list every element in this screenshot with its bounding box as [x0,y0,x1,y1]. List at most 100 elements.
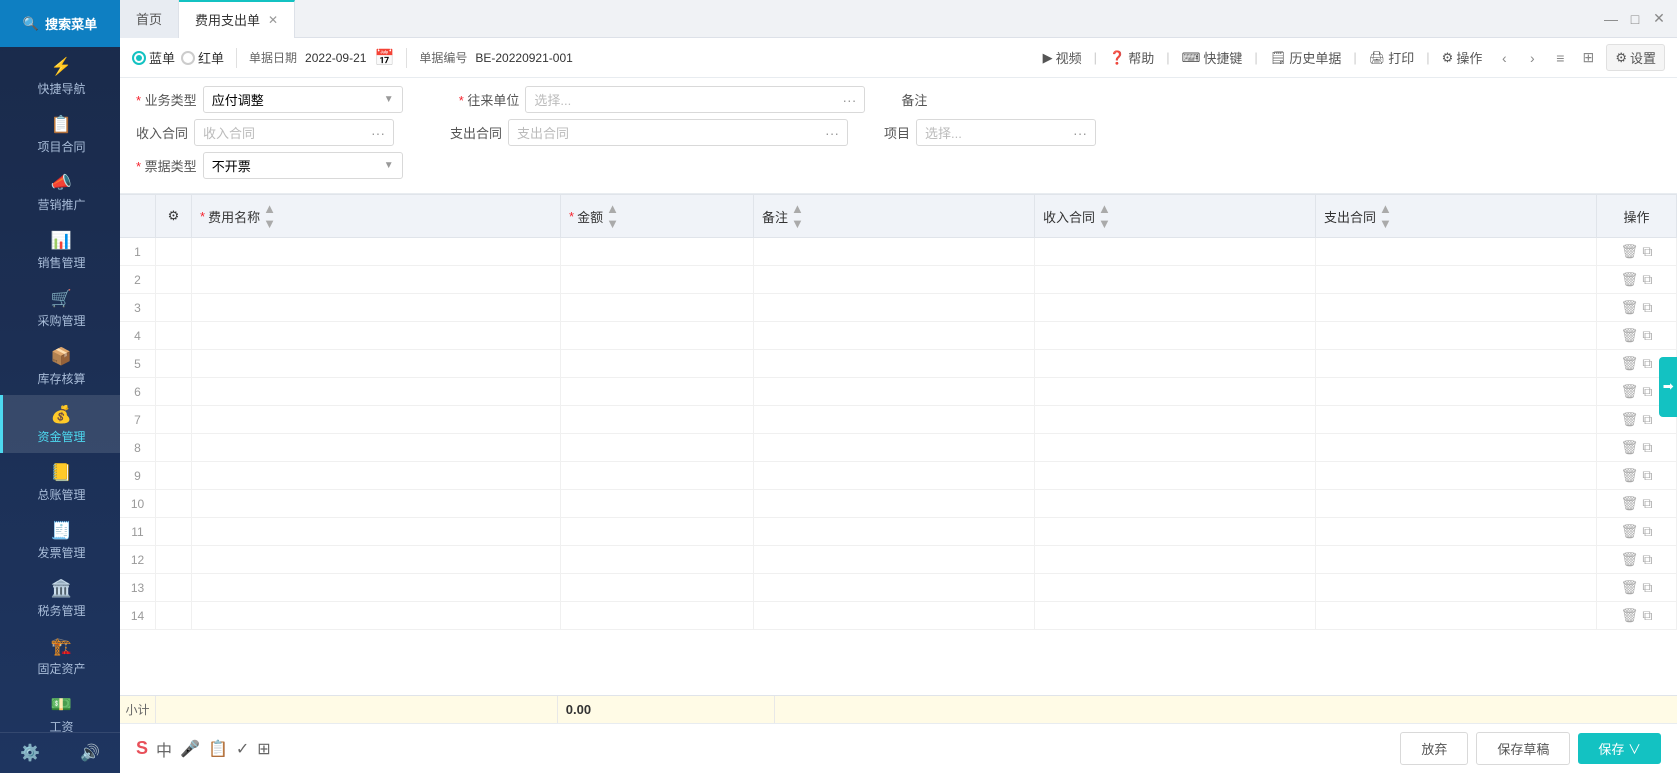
sidebar-item-sales-mgmt[interactable]: 📊销售管理 [0,221,120,279]
row-delete-11[interactable]: 🗑 [1621,523,1639,540]
shortcut-btn[interactable]: ⌨ 快捷键 [1178,46,1247,69]
view-list-btn[interactable]: ≡ [1550,48,1570,68]
table-row[interactable]: 11 🗑 ⧉ [120,518,1677,546]
row-copy-3[interactable]: ⧉ [1642,299,1652,316]
td-amount-4[interactable] [561,322,754,349]
td-amount-10[interactable] [561,490,754,517]
td-income-14[interactable] [1035,602,1316,629]
partner-select[interactable]: 选择... ··· [525,86,865,113]
side-accent-tab[interactable]: ⬆ [1659,357,1677,417]
td-note-8[interactable] [754,434,1035,461]
radio-blue[interactable]: 蓝单 [132,48,175,67]
row-copy-2[interactable]: ⧉ [1642,271,1652,288]
row-delete-7[interactable]: 🗑 [1621,411,1639,428]
volume-footer-icon[interactable]: 🔊 [80,743,100,763]
td-amount-12[interactable] [561,546,754,573]
td-note-4[interactable] [754,322,1035,349]
td-expense-4[interactable] [1316,322,1597,349]
calendar-icon[interactable]: 📅 [374,48,394,68]
radio-red[interactable]: 红单 [181,48,224,67]
clipboard-icon[interactable]: 📋 [208,739,228,759]
td-note-10[interactable] [754,490,1035,517]
row-delete-3[interactable]: 🗑 [1621,299,1639,316]
td-amount-5[interactable] [561,350,754,377]
row-delete-9[interactable]: 🗑 [1621,467,1639,484]
td-name-12[interactable] [192,546,561,573]
table-row[interactable]: 4 🗑 ⧉ [120,322,1677,350]
td-amount-9[interactable] [561,462,754,489]
td-note-5[interactable] [754,350,1035,377]
sidebar-item-fixed-assets[interactable]: 🏗️固定资产 [0,627,120,685]
th-note-sort[interactable]: ▲▼ [791,201,804,231]
td-income-9[interactable] [1035,462,1316,489]
video-btn[interactable]: ▶ 视频 [1039,46,1086,69]
th-name[interactable]: * 费用名称 ▲▼ [192,195,561,237]
th-settings[interactable]: ⚙ [156,195,192,237]
td-note-14[interactable] [754,602,1035,629]
th-expense-sort[interactable]: ▲▼ [1379,201,1392,231]
table-row[interactable]: 8 🗑 ⧉ [120,434,1677,462]
td-note-9[interactable] [754,462,1035,489]
th-name-sort[interactable]: ▲▼ [263,201,276,231]
td-expense-8[interactable] [1316,434,1597,461]
td-expense-13[interactable] [1316,574,1597,601]
row-delete-13[interactable]: 🗑 [1621,579,1639,596]
row-delete-2[interactable]: 🗑 [1621,271,1639,288]
operations-btn[interactable]: ⚙ 操作 [1438,46,1487,69]
td-expense-14[interactable] [1316,602,1597,629]
td-income-6[interactable] [1035,378,1316,405]
print-btn[interactable]: 🖨 打印 [1365,46,1419,69]
row-delete-5[interactable]: 🗑 [1621,355,1639,372]
row-delete-12[interactable]: 🗑 [1621,551,1639,568]
td-amount-6[interactable] [561,378,754,405]
td-note-7[interactable] [754,406,1035,433]
table-row[interactable]: 1 🗑 ⧉ [120,238,1677,266]
row-copy-7[interactable]: ⧉ [1642,411,1652,428]
table-row[interactable]: 10 🗑 ⧉ [120,490,1677,518]
table-row[interactable]: 14 🗑 ⧉ [120,602,1677,630]
row-copy-6[interactable]: ⧉ [1642,383,1652,400]
td-note-13[interactable] [754,574,1035,601]
view-grid-btn[interactable]: ⊞ [1578,48,1598,68]
td-income-1[interactable] [1035,238,1316,265]
business-type-select[interactable]: 应付调整 ▼ [203,86,403,113]
th-note[interactable]: 备注 ▲▼ [754,195,1035,237]
td-name-5[interactable] [192,350,561,377]
sidebar-item-payroll[interactable]: 💵工资 [0,685,120,732]
income-contract-select[interactable]: 收入合同 ··· [194,119,394,146]
sidebar-item-project-contract[interactable]: 📋项目合同 [0,105,120,163]
table-row[interactable]: 9 🗑 ⧉ [120,462,1677,490]
td-note-11[interactable] [754,518,1035,545]
td-note-6[interactable] [754,378,1035,405]
table-row[interactable]: 7 🗑 ⧉ [120,406,1677,434]
td-income-4[interactable] [1035,322,1316,349]
row-copy-14[interactable]: ⧉ [1642,607,1652,624]
td-name-1[interactable] [192,238,561,265]
td-expense-7[interactable] [1316,406,1597,433]
th-amount[interactable]: * 金额 ▲▼ [561,195,754,237]
td-note-3[interactable] [754,294,1035,321]
td-income-12[interactable] [1035,546,1316,573]
maximize-button[interactable]: □ [1625,9,1645,29]
minimize-button[interactable]: — [1601,9,1621,29]
row-copy-10[interactable]: ⧉ [1642,495,1652,512]
sidebar-item-tax-mgmt[interactable]: 🏛️税务管理 [0,569,120,627]
td-amount-8[interactable] [561,434,754,461]
td-amount-13[interactable] [561,574,754,601]
save-draft-button[interactable]: 保存草稿 [1476,732,1570,765]
sidebar-item-invoice-mgmt[interactable]: 🧾发票管理 [0,511,120,569]
td-expense-5[interactable] [1316,350,1597,377]
td-name-9[interactable] [192,462,561,489]
zhong-icon[interactable]: 中 [156,737,172,761]
td-income-5[interactable] [1035,350,1316,377]
td-name-10[interactable] [192,490,561,517]
sidebar-item-inventory[interactable]: 📦库存核算 [0,337,120,395]
invoice-type-select[interactable]: 不开票 ▼ [203,152,403,179]
table-row[interactable]: 6 🗑 ⧉ [120,378,1677,406]
td-expense-1[interactable] [1316,238,1597,265]
td-name-3[interactable] [192,294,561,321]
td-name-8[interactable] [192,434,561,461]
row-delete-10[interactable]: 🗑 [1621,495,1639,512]
td-income-3[interactable] [1035,294,1316,321]
row-delete-1[interactable]: 🗑 [1621,243,1639,260]
